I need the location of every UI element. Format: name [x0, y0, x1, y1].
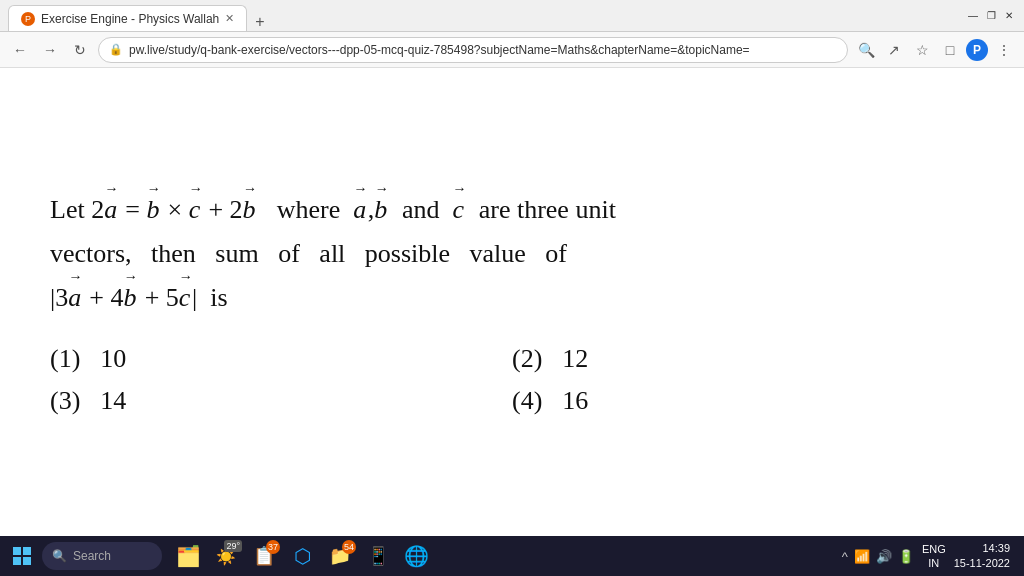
system-tray-icons: ^ 📶 🔊 🔋: [842, 549, 914, 564]
chevron-up-icon[interactable]: ^: [842, 549, 848, 564]
taskbar-phone[interactable]: 📱: [360, 538, 396, 574]
close-button[interactable]: ✕: [1002, 9, 1016, 23]
vec-c1: →c: [189, 188, 202, 232]
vec-a: →a: [104, 188, 119, 232]
clock-date: 15-11-2022: [954, 556, 1010, 571]
option-2[interactable]: (2) 12: [512, 344, 974, 374]
vec-a3: →a: [68, 276, 83, 320]
back-button[interactable]: ←: [8, 38, 32, 62]
option-4[interactable]: (4) 16: [512, 386, 974, 416]
system-clock[interactable]: 14:39 15-11-2022: [954, 541, 1010, 572]
lang-code: ENG: [922, 542, 946, 556]
question-line-1: Let 2→a = →b × →c + 2→b where →a ,→b and…: [50, 195, 616, 224]
menu-icon[interactable]: ⋮: [992, 38, 1016, 62]
new-tab-button[interactable]: +: [247, 13, 272, 31]
option-3-num: (3): [50, 386, 80, 416]
option-3-value: 14: [100, 386, 126, 416]
forward-button[interactable]: →: [38, 38, 62, 62]
files-badge: 54: [342, 540, 356, 554]
battery-icon[interactable]: 🔋: [898, 549, 914, 564]
options-container: (1) 10 (2) 12 (3) 14 (4) 16: [50, 344, 974, 416]
address-bar[interactable]: 🔒 pw.live/study/q-bank-exercise/vectors-…: [98, 37, 848, 63]
question-line-3: |3→a + 4→b + 5→c | is: [50, 283, 228, 312]
bookmark-icon[interactable]: ☆: [910, 38, 934, 62]
tab-title: Exercise Engine - Physics Wallah: [41, 12, 219, 26]
taskbar-apps: 🗂️ ☀️ 29° 📋 37 ⬡ 📁 54 📱 🌐: [170, 538, 434, 574]
vec-b4: →b: [124, 276, 139, 320]
profile-avatar[interactable]: P: [966, 39, 988, 61]
taskbar-edge[interactable]: ⬡: [284, 538, 320, 574]
taskbar-tasks[interactable]: 📋 37: [246, 538, 282, 574]
question-body: Let 2→a = →b × →c + 2→b where →a ,→b and…: [50, 188, 974, 321]
vec-c3: →c: [179, 276, 192, 320]
vec-b3: →b: [374, 188, 389, 232]
option-1-num: (1): [50, 344, 80, 374]
window-controls: — ❐ ✕: [966, 9, 1016, 23]
option-1-value: 10: [100, 344, 126, 374]
restore-button[interactable]: ❐: [984, 9, 998, 23]
vec-b2: →b: [243, 188, 258, 232]
toolbar-actions: 🔍 ↗ ☆ □ P ⋮: [854, 38, 1016, 62]
option-2-value: 12: [562, 344, 588, 374]
taskbar-files[interactable]: 📁 54: [322, 538, 358, 574]
network-icon[interactable]: 📶: [854, 549, 870, 564]
taskbar-weather[interactable]: ☀️ 29°: [208, 538, 244, 574]
language-indicator[interactable]: ENG IN: [922, 542, 946, 571]
start-button[interactable]: [6, 540, 38, 572]
windows-logo-icon: [13, 547, 31, 565]
taskbar-search[interactable]: 🔍 Search: [42, 542, 162, 570]
taskbar-search-icon: 🔍: [52, 549, 67, 563]
speaker-icon[interactable]: 🔊: [876, 549, 892, 564]
search-toolbar-icon[interactable]: 🔍: [854, 38, 878, 62]
reload-button[interactable]: ↻: [68, 38, 92, 62]
tab-strip: P Exercise Engine - Physics Wallah ✕ +: [8, 0, 273, 31]
extension-icon[interactable]: □: [938, 38, 962, 62]
vec-b1: →b: [146, 188, 161, 232]
active-tab[interactable]: P Exercise Engine - Physics Wallah ✕: [8, 5, 247, 31]
browser-toolbar: ← → ↻ 🔒 pw.live/study/q-bank-exercise/ve…: [0, 32, 1024, 68]
minimize-button[interactable]: —: [966, 9, 980, 23]
taskbar-right: ^ 📶 🔊 🔋 ENG IN 14:39 15-11-2022: [842, 541, 1018, 572]
page-content: Let 2→a = →b × →c + 2→b where →a ,→b and…: [0, 68, 1024, 536]
tab-close-button[interactable]: ✕: [225, 12, 234, 25]
option-2-num: (2): [512, 344, 542, 374]
question-line-2: vectors, then sum of all possible value …: [50, 239, 567, 268]
tasks-badge: 37: [266, 540, 280, 554]
option-4-value: 16: [562, 386, 588, 416]
tab-favicon: P: [21, 12, 35, 26]
taskbar-search-label: Search: [73, 549, 111, 563]
weather-badge: 29°: [224, 540, 242, 552]
option-3[interactable]: (3) 14: [50, 386, 512, 416]
vec-a2: →a: [353, 188, 368, 232]
taskbar-file-explorer[interactable]: 🗂️: [170, 538, 206, 574]
share-icon[interactable]: ↗: [882, 38, 906, 62]
vec-c2: →c: [453, 188, 466, 232]
taskbar: 🔍 Search 🗂️ ☀️ 29° 📋 37 ⬡ 📁 54 📱 🌐: [0, 536, 1024, 576]
browser-titlebar: P Exercise Engine - Physics Wallah ✕ + —…: [0, 0, 1024, 32]
taskbar-chrome[interactable]: 🌐: [398, 538, 434, 574]
clock-time: 14:39: [954, 541, 1010, 556]
lock-icon: 🔒: [109, 43, 123, 56]
option-4-num: (4): [512, 386, 542, 416]
url-text: pw.live/study/q-bank-exercise/vectors---…: [129, 43, 837, 57]
option-1[interactable]: (1) 10: [50, 344, 512, 374]
lang-region: IN: [922, 556, 946, 570]
